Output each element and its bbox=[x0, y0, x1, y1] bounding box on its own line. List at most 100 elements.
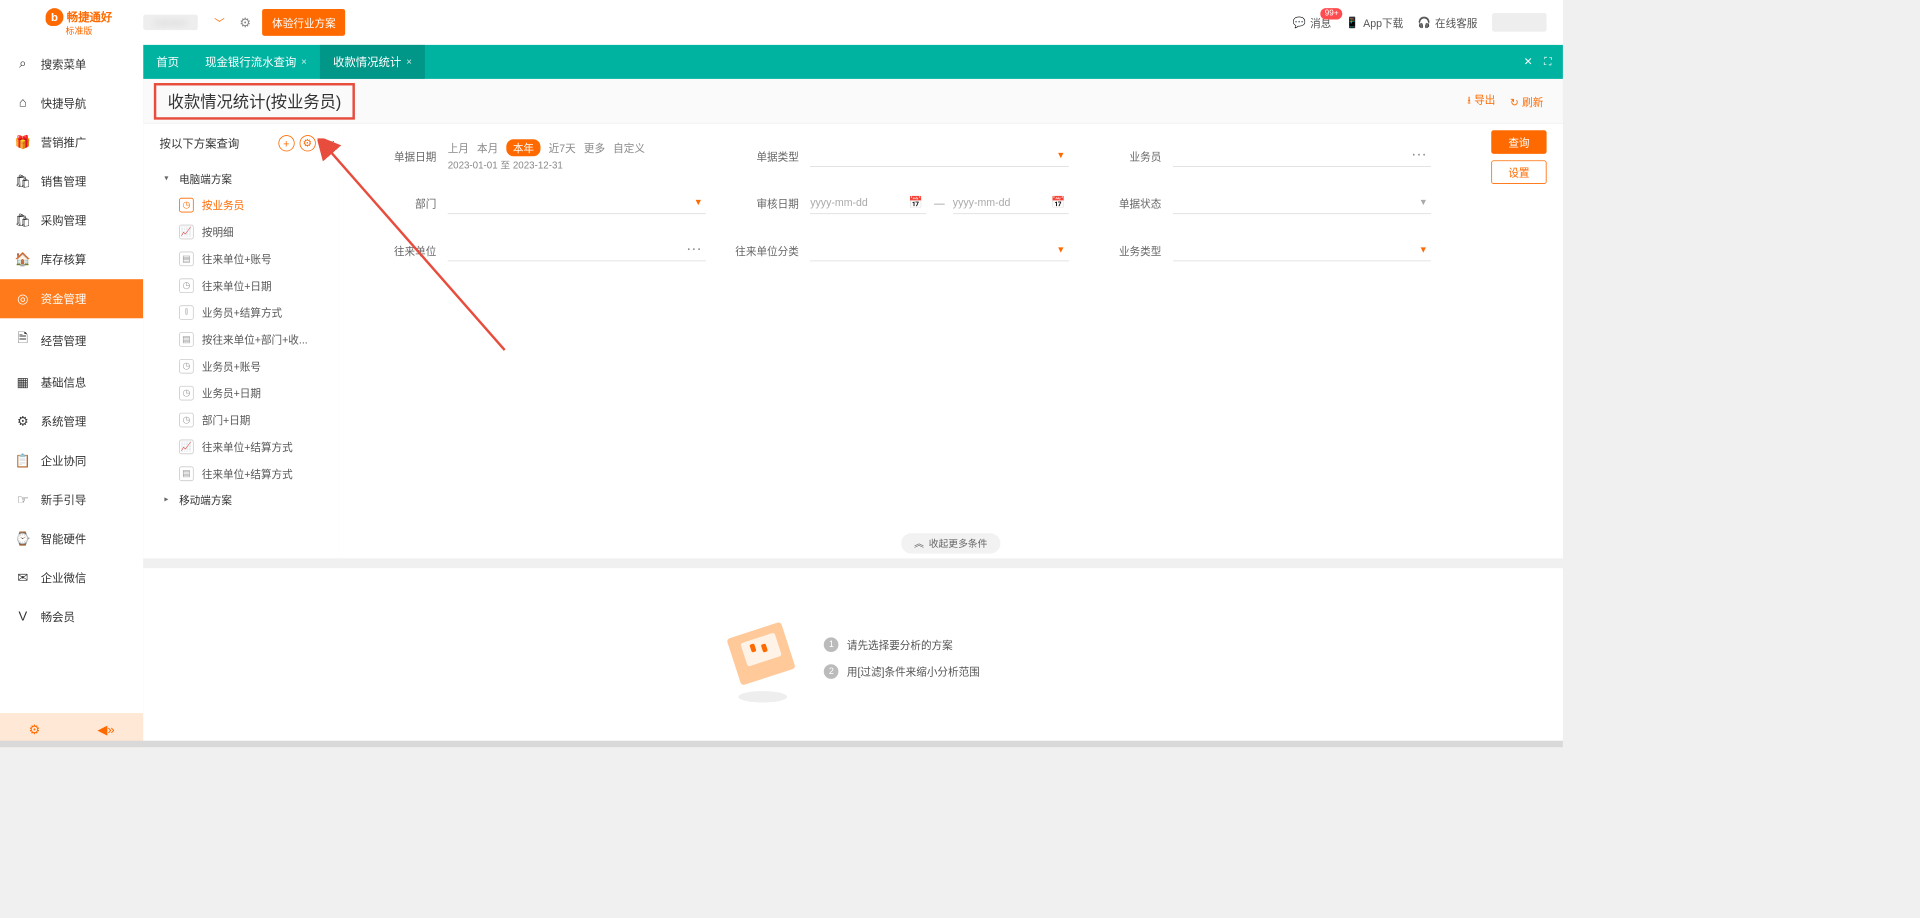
nav-item-house[interactable]: 🏠库存核算 bbox=[0, 240, 143, 279]
chevron-down-icon: ▼ bbox=[1056, 245, 1065, 255]
org-dropdown-icon[interactable]: ﹀ bbox=[214, 15, 225, 30]
nav-item-wechat[interactable]: ✉企业微信 bbox=[0, 558, 143, 597]
chart-icon: 📈 bbox=[179, 224, 194, 239]
coin-icon: ◎ bbox=[15, 291, 31, 307]
select-bill-status[interactable]: ▼ bbox=[1173, 191, 1431, 214]
filter-settings-button[interactable]: 设置 bbox=[1491, 160, 1546, 184]
clip-icon: 📋 bbox=[15, 453, 31, 469]
select-department[interactable]: ▼ bbox=[448, 191, 706, 214]
date-quick-option[interactable]: 上月 bbox=[448, 140, 469, 155]
nav-item-bag[interactable]: 🛍采购管理 bbox=[0, 201, 143, 240]
more-icon: ··· bbox=[1412, 149, 1427, 161]
user-menu[interactable] bbox=[1492, 13, 1547, 32]
date-quick-option[interactable]: 近7天 bbox=[549, 140, 576, 155]
label-audit-date: 审核日期 bbox=[721, 195, 811, 210]
support-link[interactable]: 🎧在线客服 bbox=[1418, 15, 1478, 30]
date-quick-option[interactable]: 自定义 bbox=[613, 140, 645, 155]
label-salesman: 业务员 bbox=[1083, 148, 1173, 163]
nav-item-coin[interactable]: ◎资金管理 bbox=[0, 279, 143, 318]
more-icon: ··· bbox=[687, 243, 702, 255]
input-audit-date-from[interactable]: yyyy-mm-dd📅 bbox=[810, 191, 926, 214]
messages-link[interactable]: 💬 消息 99+ bbox=[1293, 15, 1331, 30]
close-tab-icon[interactable]: × bbox=[406, 56, 412, 67]
nav-item-clip[interactable]: 📋企业协同 bbox=[0, 441, 143, 480]
message-icon: 💬 bbox=[1293, 16, 1306, 29]
scheme-item[interactable]: ▤往来单位+账号 bbox=[147, 245, 339, 272]
org-selector[interactable]: ——— bbox=[143, 15, 198, 30]
cta-industry-button[interactable]: 体验行业方案 bbox=[262, 9, 345, 36]
scheme-item[interactable]: ⫾业务员+结算方式 bbox=[147, 299, 339, 326]
footer-collapse-icon[interactable]: ◀» bbox=[97, 722, 114, 738]
date-quick-option[interactable]: 本年 bbox=[506, 139, 540, 156]
select-salesman[interactable]: ··· bbox=[1173, 144, 1431, 167]
bar-icon: ⫾ bbox=[179, 305, 194, 320]
tab[interactable]: 收款情况统计× bbox=[320, 45, 425, 79]
window-status-bar bbox=[0, 741, 1563, 748]
nav-item-doc[interactable]: 🗎经营管理 bbox=[0, 318, 143, 363]
doc-icon: 🗎 bbox=[15, 330, 31, 352]
scheme-item[interactable]: ◷业务员+账号 bbox=[147, 352, 339, 379]
scheme-item[interactable]: ◷按业务员 bbox=[147, 191, 339, 218]
tab-strip: 首页现金银行流水查询×收款情况统计× ✕ ⛶ bbox=[143, 45, 1563, 79]
hand-icon: ☞ bbox=[15, 492, 31, 508]
wechat-icon: ✉ bbox=[15, 570, 31, 586]
input-audit-date-to[interactable]: yyyy-mm-dd📅 bbox=[953, 191, 1069, 214]
nav-item-search[interactable]: ⌕搜索菜单 bbox=[0, 45, 143, 84]
main-area: 收款情况统计(按业务员) ⭳导出 ↻刷新 按以下方案查询 + ⚙ << ▾电脑端… bbox=[143, 79, 1563, 747]
nav-item-grid[interactable]: ▦基础信息 bbox=[0, 363, 143, 402]
scheme-group[interactable]: ▾电脑端方案 bbox=[147, 166, 339, 191]
caret-icon: ▸ bbox=[164, 495, 172, 504]
scheme-item[interactable]: 📈往来单位+结算方式 bbox=[147, 433, 339, 460]
nav-item-home[interactable]: ⌂快捷导航 bbox=[0, 84, 143, 123]
date-quick-option[interactable]: 更多 bbox=[584, 140, 605, 155]
label-business-type: 业务类型 bbox=[1083, 242, 1173, 257]
add-scheme-icon[interactable]: + bbox=[278, 135, 294, 151]
select-bill-type[interactable]: ▼ bbox=[810, 144, 1068, 167]
date-quick-option[interactable]: 本月 bbox=[477, 140, 498, 155]
left-nav: ⌕搜索菜单⌂快捷导航🎁营销推广🛍销售管理🛍采购管理🏠库存核算◎资金管理🗎经营管理… bbox=[0, 45, 143, 747]
refresh-button[interactable]: ↻刷新 bbox=[1510, 93, 1543, 108]
select-partner[interactable]: ··· bbox=[448, 239, 706, 262]
filter-form: 查询 设置 单据日期 上月本月本年近7天更多自定义 2023-01-01 至 2… bbox=[339, 124, 1563, 559]
tab-close-all-icon[interactable]: ✕ bbox=[1524, 55, 1533, 68]
collapse-filters-button[interactable]: ︽ 收起更多条件 bbox=[901, 533, 1000, 553]
nav-item-hand[interactable]: ☞新手引导 bbox=[0, 480, 143, 519]
select-business-type[interactable]: ▼ bbox=[1173, 239, 1431, 262]
scheme-item[interactable]: 📈按明细 bbox=[147, 218, 339, 245]
phone-icon: 📱 bbox=[1346, 16, 1359, 29]
label-bill-date: 单据日期 bbox=[358, 148, 448, 163]
nav-item-watch[interactable]: ⌚智能硬件 bbox=[0, 519, 143, 558]
nav-item-gear[interactable]: ⚙系统管理 bbox=[0, 402, 143, 441]
headset-icon: 🎧 bbox=[1418, 16, 1431, 29]
close-tab-icon[interactable]: × bbox=[301, 56, 307, 67]
top-settings-icon[interactable]: ⚙ bbox=[239, 14, 251, 30]
scheme-settings-icon[interactable]: ⚙ bbox=[299, 135, 315, 151]
message-badge: 99+ bbox=[1321, 8, 1343, 19]
fullscreen-icon[interactable]: ⛶ bbox=[1544, 55, 1551, 68]
tip-2: 2用[过滤]条件来缩小分析范围 bbox=[824, 663, 980, 678]
logo-mark-icon: b bbox=[46, 8, 64, 26]
tab[interactable]: 首页 bbox=[143, 45, 192, 79]
nav-item-cart[interactable]: 🛍销售管理 bbox=[0, 162, 143, 201]
page-header: 收款情况统计(按业务员) ⭳导出 ↻刷新 bbox=[143, 79, 1563, 124]
home-icon: ⌂ bbox=[15, 96, 31, 111]
select-partner-category[interactable]: ▼ bbox=[810, 239, 1068, 262]
brand-logo[interactable]: b 畅捷通好 标准版 bbox=[0, 8, 143, 37]
grid-icon: ▦ bbox=[15, 374, 31, 390]
nav-item-gift[interactable]: 🎁营销推广 bbox=[0, 123, 143, 162]
scheme-item[interactable]: ◷往来单位+日期 bbox=[147, 272, 339, 299]
scheme-item[interactable]: ◷部门+日期 bbox=[147, 406, 339, 433]
nav-item-vip[interactable]: V畅会员 bbox=[0, 597, 143, 636]
footer-settings-icon[interactable]: ⚙ bbox=[29, 722, 41, 738]
collapse-scheme-panel-icon[interactable]: << bbox=[325, 137, 330, 150]
export-button[interactable]: ⭳导出 bbox=[1467, 91, 1495, 111]
scheme-item[interactable]: ◷业务员+日期 bbox=[147, 379, 339, 406]
query-button[interactable]: 查询 bbox=[1491, 130, 1546, 154]
scheme-item[interactable]: ▤往来单位+结算方式 bbox=[147, 460, 339, 487]
clock-icon: ◷ bbox=[179, 278, 194, 293]
app-download-link[interactable]: 📱App下载 bbox=[1346, 15, 1403, 30]
scheme-item[interactable]: ▤按往来单位+部门+收... bbox=[147, 326, 339, 353]
scheme-group[interactable]: ▸移动端方案 bbox=[147, 487, 339, 512]
tab[interactable]: 现金银行流水查询× bbox=[192, 45, 320, 79]
date-quick-picks: 上月本月本年近7天更多自定义 bbox=[448, 139, 645, 156]
